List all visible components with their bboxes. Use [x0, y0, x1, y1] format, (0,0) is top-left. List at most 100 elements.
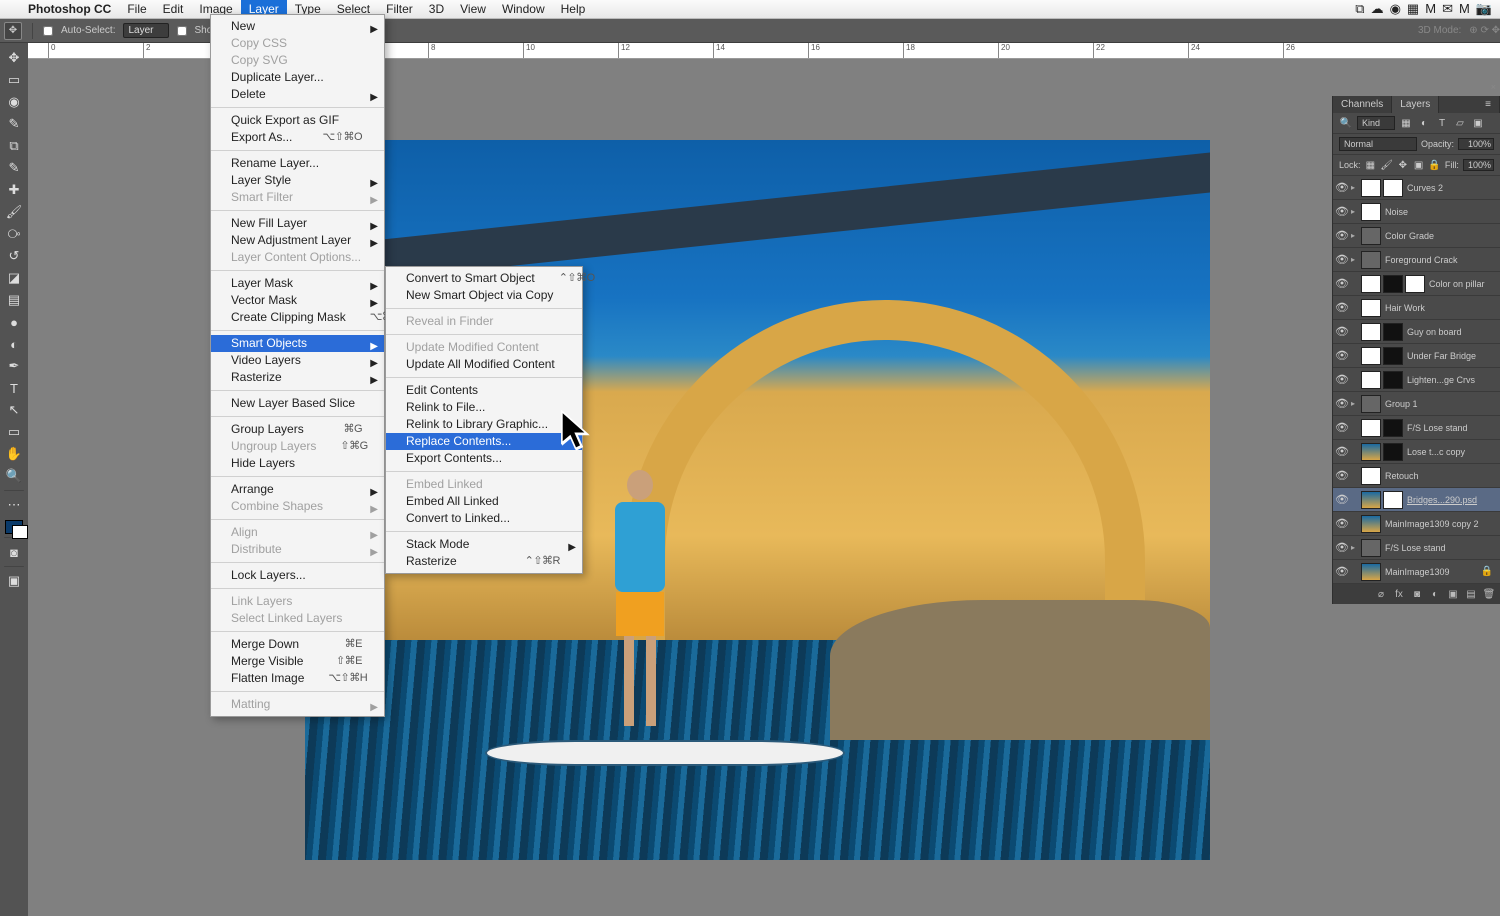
move-tool[interactable]: ✥ [3, 48, 25, 68]
mask-mode[interactable]: ◙ [3, 542, 25, 562]
menu-item[interactable]: Video Layers▶ [211, 352, 384, 369]
blur-tool[interactable]: ● [3, 312, 25, 332]
visibility-icon[interactable]: 👁 [1333, 445, 1351, 458]
lock-artboard-icon[interactable]: ▣ [1413, 158, 1425, 172]
layer-row[interactable]: 👁Lose t...c copy [1333, 440, 1500, 464]
delete-layer-icon[interactable]: 🗑 [1482, 587, 1496, 601]
layer-row[interactable]: 👁MainImage1309🔒 [1333, 560, 1500, 584]
layer-thumbnail[interactable] [1361, 419, 1381, 437]
layer-thumbnail[interactable] [1405, 275, 1425, 293]
dodge-tool[interactable]: ◐ [3, 334, 25, 354]
layer-row[interactable]: 👁▸F/S Lose stand [1333, 536, 1500, 560]
layer-thumbnail[interactable] [1361, 299, 1381, 317]
history-brush-tool[interactable]: ↺ [3, 246, 25, 266]
tab-layers[interactable]: Layers [1392, 96, 1439, 113]
layer-thumbnail[interactable] [1383, 419, 1403, 437]
visibility-icon[interactable]: 👁 [1333, 493, 1351, 506]
layer-row[interactable]: 👁▸Noise [1333, 200, 1500, 224]
fill-input[interactable]: 100% [1463, 159, 1494, 171]
quick-select-tool[interactable]: ✎ [3, 114, 25, 134]
lock-pixels-icon[interactable]: 🖌 [1380, 158, 1393, 172]
menu-item[interactable]: Layer Style▶ [211, 172, 384, 189]
marquee-tool[interactable]: ▭ [3, 70, 25, 90]
crop-tool[interactable]: ⧉ [3, 136, 25, 156]
healing-tool[interactable]: ✚ [3, 180, 25, 200]
color-swatches[interactable] [5, 520, 23, 534]
visibility-icon[interactable]: 👁 [1333, 205, 1351, 218]
zoom-tool[interactable]: 🔍 [3, 466, 25, 486]
layer-row[interactable]: 👁▸Group 1 [1333, 392, 1500, 416]
layer-thumbnail[interactable] [1383, 275, 1403, 293]
shape-tool[interactable]: ▭ [3, 422, 25, 442]
pen-tool[interactable]: ✒ [3, 356, 25, 376]
menu-item[interactable]: Arrange▶ [211, 481, 384, 498]
layer-fx-icon[interactable]: fx [1392, 587, 1406, 601]
visibility-icon[interactable]: 👁 [1333, 301, 1351, 314]
layer-row[interactable]: 👁 Retouch [1333, 464, 1500, 488]
layer-row[interactable]: 👁 Lighten...ge Crvs [1333, 368, 1500, 392]
layer-thumbnail[interactable] [1383, 443, 1403, 461]
menu-item[interactable]: Export As...⌥⇧⌘O [211, 129, 384, 146]
filter-type-icon[interactable]: T [1435, 116, 1449, 130]
status-icon[interactable]: M [1459, 1, 1470, 17]
menu-item[interactable]: Convert to Smart Object⌃⇧⌘O [386, 270, 582, 287]
layer-thumbnail[interactable] [1361, 491, 1381, 509]
menu-item[interactable]: New Fill Layer▶ [211, 215, 384, 232]
menu-item[interactable]: Rename Layer... [211, 155, 384, 172]
menu-item[interactable]: Convert to Linked... [386, 510, 582, 527]
expand-icon[interactable]: ▸ [1351, 183, 1361, 192]
visibility-icon[interactable]: 👁 [1333, 181, 1351, 194]
expand-icon[interactable]: ▸ [1351, 255, 1361, 264]
layer-thumbnail[interactable] [1361, 203, 1381, 221]
menu-item[interactable]: Smart Objects▶ [211, 335, 384, 352]
menu-help[interactable]: Help [553, 0, 594, 19]
menu-3d[interactable]: 3D [421, 0, 452, 19]
visibility-icon[interactable]: 👁 [1333, 421, 1351, 434]
visibility-icon[interactable]: 👁 [1333, 253, 1351, 266]
status-icon[interactable]: ▦ [1407, 1, 1419, 17]
layer-name[interactable]: F/S Lose stand [1405, 423, 1496, 433]
menu-item[interactable]: Relink to File... [386, 399, 582, 416]
visibility-icon[interactable]: 👁 [1333, 565, 1351, 578]
layer-name[interactable]: Retouch [1383, 471, 1496, 481]
layer-thumbnail[interactable] [1361, 323, 1381, 341]
filter-adjust-icon[interactable]: ◐ [1417, 116, 1431, 130]
layer-thumbnail[interactable] [1383, 371, 1403, 389]
menu-item[interactable]: Merge Visible⇧⌘E [211, 653, 384, 670]
status-icon[interactable]: ✉ [1442, 1, 1453, 17]
layer-row[interactable]: 👁Guy on board [1333, 320, 1500, 344]
menu-item[interactable]: Replace Contents... [386, 433, 582, 450]
screen-mode[interactable]: ▣ [3, 571, 25, 591]
app-name[interactable]: Photoshop CC [20, 2, 119, 16]
menu-file[interactable]: File [119, 0, 154, 19]
move-tool-icon[interactable]: ✥ [4, 22, 22, 40]
link-layers-icon[interactable]: ⌀ [1374, 587, 1388, 601]
menu-item[interactable]: Group Layers⌘G [211, 421, 384, 438]
edit-toolbar[interactable]: ⋯ [3, 495, 25, 515]
layer-row[interactable]: 👁Under Far Bridge [1333, 344, 1500, 368]
layer-row[interactable]: 👁▸Curves 2 [1333, 176, 1500, 200]
visibility-icon[interactable]: 👁 [1333, 229, 1351, 242]
layer-thumbnail[interactable] [1383, 347, 1403, 365]
menu-item[interactable]: Rasterize⌃⇧⌘R [386, 553, 582, 570]
expand-icon[interactable]: ▸ [1351, 399, 1361, 408]
type-tool[interactable]: T [3, 378, 25, 398]
layer-thumbnail[interactable] [1361, 443, 1381, 461]
menu-item[interactable]: Update All Modified Content [386, 356, 582, 373]
filter-smart-icon[interactable]: ▣ [1471, 116, 1485, 130]
tab-channels[interactable]: Channels [1333, 96, 1392, 113]
lock-position-icon[interactable]: ✥ [1397, 158, 1409, 172]
filter-pixel-icon[interactable]: ▦ [1399, 116, 1413, 130]
status-icon[interactable]: 📷 [1476, 1, 1492, 17]
layer-row[interactable]: 👁MainImage1309 copy 2 [1333, 512, 1500, 536]
menu-item[interactable]: Flatten Image⌥⇧⌘H [211, 670, 384, 687]
menu-item[interactable]: Rasterize▶ [211, 369, 384, 386]
layer-name[interactable]: Lighten...ge Crvs [1405, 375, 1496, 385]
eyedropper-tool[interactable]: ✎ [3, 158, 25, 178]
auto-select-dropdown[interactable]: Layer [123, 23, 168, 38]
visibility-icon[interactable]: 👁 [1333, 373, 1351, 386]
visibility-icon[interactable]: 👁 [1333, 469, 1351, 482]
visibility-icon[interactable]: 👁 [1333, 277, 1351, 290]
lock-transparent-icon[interactable]: ▦ [1365, 158, 1377, 172]
stamp-tool[interactable]: ⧂ [3, 224, 25, 244]
